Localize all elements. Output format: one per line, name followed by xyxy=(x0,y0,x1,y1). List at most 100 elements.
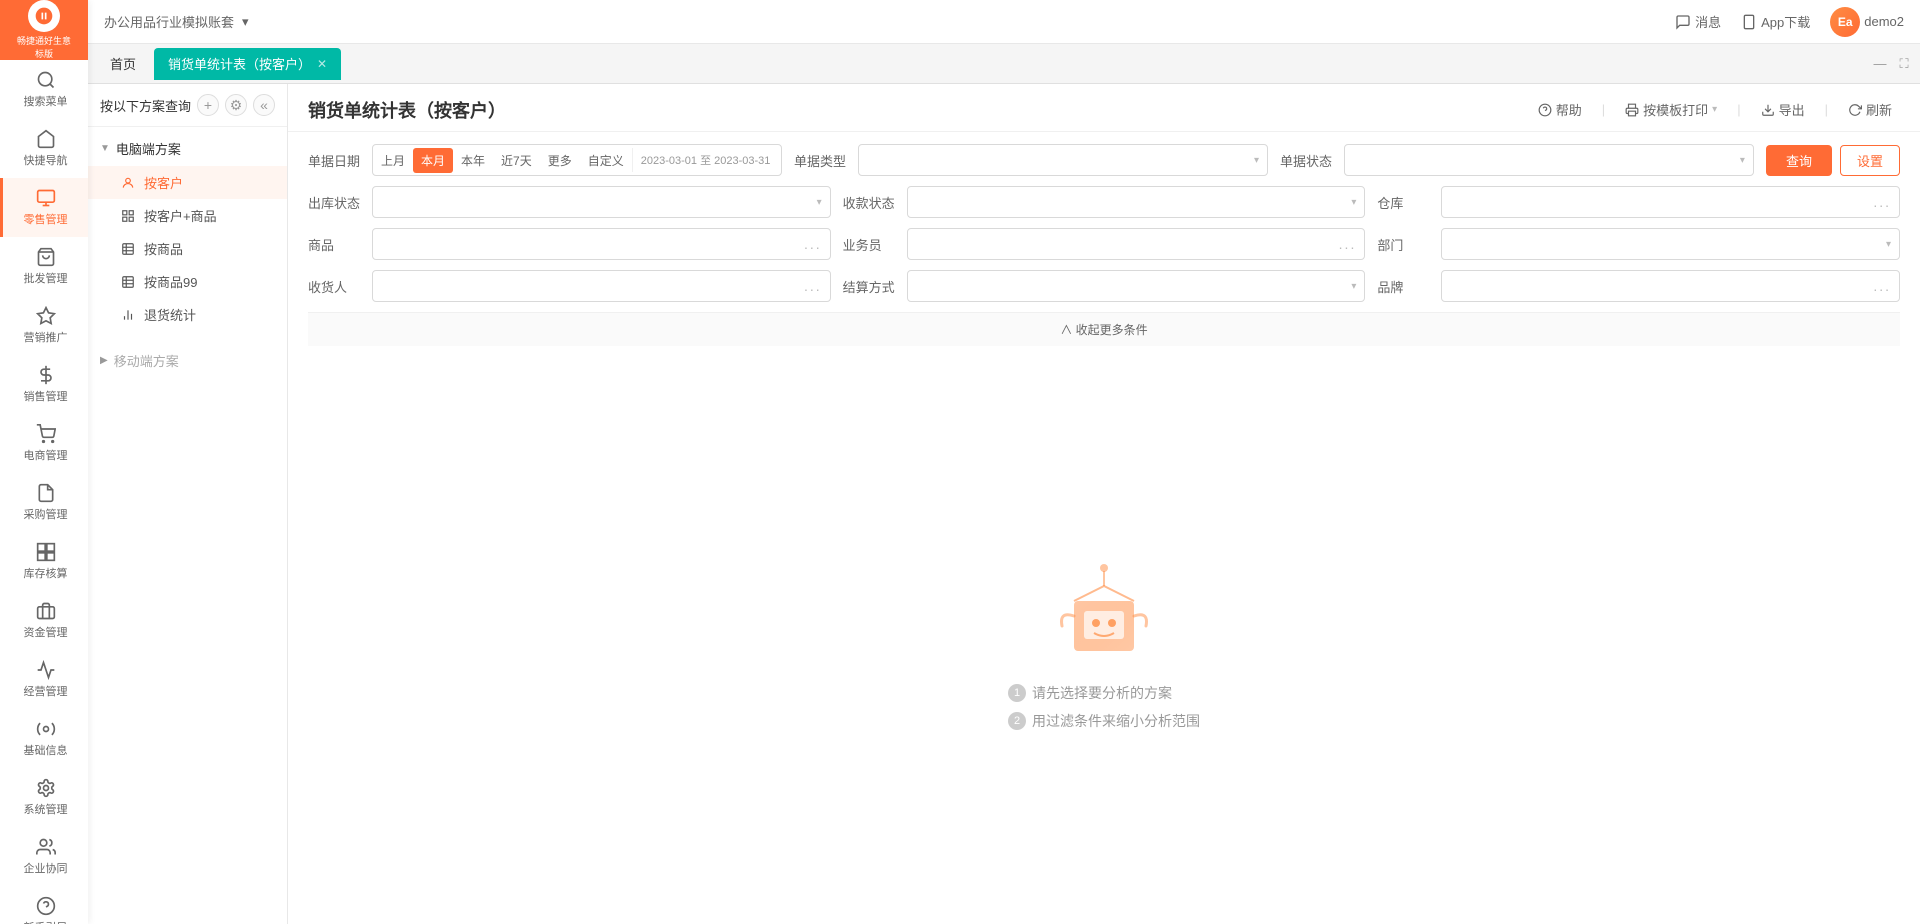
sidebar-item-operations[interactable]: 经营管理 xyxy=(0,650,88,709)
user-profile[interactable]: Ea demo2 xyxy=(1830,7,1904,37)
doc-status-select[interactable]: ▾ xyxy=(1344,144,1754,176)
sidebar-item-wholesale-label: 批发管理 xyxy=(24,270,68,286)
filter-settings-button[interactable]: 设置 xyxy=(1840,145,1900,176)
filter-brand-label: 品牌 xyxy=(1377,277,1433,296)
shipment-dropdown-icon: ▾ xyxy=(817,197,822,208)
message-label: 消息 xyxy=(1695,12,1721,31)
message-button[interactable]: 消息 xyxy=(1675,12,1721,31)
content-wrapper: 按以下方案查询 + ⚙ « ▼ 电脑端方案 按客户 xyxy=(88,84,1920,924)
collapse-bar[interactable]: ∧ 收起更多条件 xyxy=(308,312,1900,346)
tab-home-label: 首页 xyxy=(110,54,136,73)
scheme-item-by-goods[interactable]: 按商品 xyxy=(88,232,287,265)
app-download-button[interactable]: App下载 xyxy=(1741,12,1810,31)
sidebar-item-finance[interactable]: 资金管理 xyxy=(0,591,88,650)
download-icon xyxy=(1741,14,1757,30)
date-this-month[interactable]: 本月 xyxy=(413,148,453,173)
app-logo: 畅捷通好生意 标版 xyxy=(0,0,88,60)
shipment-select[interactable]: ▾ xyxy=(372,186,831,218)
window-maximize-button[interactable]: ⛶ xyxy=(1896,56,1912,72)
breadcrumb: 办公用品行业模拟账套 xyxy=(104,12,234,31)
date-last-7-days[interactable]: 近7天 xyxy=(493,148,540,173)
sidebar-item-enterprise[interactable]: 企业协同 xyxy=(0,827,88,886)
filter-settlement-item: 结算方式 ▾ xyxy=(843,270,1366,302)
tab-home[interactable]: 首页 xyxy=(96,48,150,80)
department-select[interactable]: ▾ xyxy=(1441,228,1900,260)
mobile-group-label: 移动端方案 xyxy=(114,351,179,370)
user-name: demo2 xyxy=(1864,14,1904,29)
avatar: Ea xyxy=(1830,7,1860,37)
scheme-item-by-customer[interactable]: 按客户 xyxy=(88,166,287,199)
salesperson-dots: ... xyxy=(1339,236,1357,252)
warehouse-select[interactable]: ... xyxy=(1441,186,1900,218)
scheme-item-by-customer-goods[interactable]: 按客户+商品 xyxy=(88,199,287,232)
sidebar-item-quicknav[interactable]: 快捷导航 xyxy=(0,119,88,178)
scheme-panel-title: 按以下方案查询 xyxy=(100,96,191,115)
sidebar-item-wholesale[interactable]: 批发管理 xyxy=(0,237,88,296)
breadcrumb-dropdown[interactable]: ▾ xyxy=(242,14,249,30)
template-print-button[interactable]: 按模板打印 ▾ xyxy=(1617,96,1725,123)
main-area: 办公用品行业模拟账套 ▾ 消息 App下载 Ea demo2 首页 销货单统计表… xyxy=(88,0,1920,924)
mobile-group-header[interactable]: ▶ 移动端方案 xyxy=(88,343,287,378)
scheme-item-by-goods-label: 按商品 xyxy=(144,239,183,258)
sidebar-item-sales[interactable]: 销售管理 xyxy=(0,355,88,414)
brand-dots: ... xyxy=(1873,278,1891,294)
date-custom[interactable]: 自定义 xyxy=(580,148,632,173)
empty-tips: 1 请先选择要分析的方案 2 用过滤条件来缩小分析范围 xyxy=(1008,683,1200,731)
scheme-item-by-goods-99[interactable]: 按商品99 xyxy=(88,265,287,298)
sidebar-item-system[interactable]: 系统管理 xyxy=(0,768,88,827)
template-print-dropdown-icon[interactable]: ▾ xyxy=(1712,104,1717,115)
sidebar-item-retail-label: 零售管理 xyxy=(24,211,68,227)
goods-select[interactable]: ... xyxy=(372,228,831,260)
query-button[interactable]: 查询 xyxy=(1766,145,1832,176)
help-button[interactable]: 帮助 xyxy=(1530,96,1590,123)
refresh-button[interactable]: 刷新 xyxy=(1840,96,1900,123)
sidebar-item-newbie-label: 新手引导 xyxy=(24,919,68,924)
filter-brand-item: 品牌 ... xyxy=(1377,270,1900,302)
sidebar-item-newbie[interactable]: 新手引导 xyxy=(0,886,88,924)
settlement-select[interactable]: ▾ xyxy=(907,270,1366,302)
tab-bar: 首页 销货单统计表（按客户） ✕ — ⛶ xyxy=(88,44,1920,84)
export-button[interactable]: 导出 xyxy=(1753,96,1813,123)
sidebar-item-search[interactable]: 搜索菜单 xyxy=(0,60,88,119)
sidebar-item-purchase[interactable]: 采购管理 xyxy=(0,473,88,532)
page-title: 销货单统计表（按客户） xyxy=(308,97,506,123)
sidebar: 畅捷通好生意 标版 搜索菜单 快捷导航 零售管理 批发管理 营销推广 销售管理 xyxy=(0,0,88,924)
tab-sales-report[interactable]: 销货单统计表（按客户） ✕ xyxy=(154,48,341,80)
filter-salesperson-label: 业务员 xyxy=(843,235,899,254)
payment-select[interactable]: ▾ xyxy=(907,186,1366,218)
scheme-settings-button[interactable]: ⚙ xyxy=(225,94,247,116)
scheme-collapse-button[interactable]: « xyxy=(253,94,275,116)
filter-goods-item: 商品 ... xyxy=(308,228,831,260)
date-more[interactable]: 更多 xyxy=(540,148,580,173)
sidebar-item-ecommerce[interactable]: 电商管理 xyxy=(0,414,88,473)
sidebar-item-basics[interactable]: 基础信息 xyxy=(0,709,88,768)
sidebar-item-marketing[interactable]: 营销推广 xyxy=(0,296,88,355)
brand-select[interactable]: ... xyxy=(1441,270,1900,302)
receiver-select[interactable]: ... xyxy=(372,270,831,302)
chart-icon xyxy=(120,307,136,323)
sidebar-item-inventory[interactable]: 库存核算 xyxy=(0,532,88,591)
filter-shipment-item: 出库状态 ▾ xyxy=(308,186,831,218)
help-label: 帮助 xyxy=(1556,100,1582,119)
desktop-group-label: 电脑端方案 xyxy=(116,139,181,158)
tab-close-icon[interactable]: ✕ xyxy=(317,57,327,71)
divider-3: | xyxy=(1825,102,1828,117)
date-this-year[interactable]: 本年 xyxy=(453,148,493,173)
filter-date-label: 单据日期 xyxy=(308,151,364,170)
sidebar-item-retail[interactable]: 零售管理 xyxy=(0,178,88,237)
filter-salesperson-item: 业务员 ... xyxy=(843,228,1366,260)
scheme-item-by-goods-99-label: 按商品99 xyxy=(144,272,197,291)
scheme-item-return-stats[interactable]: 退货统计 xyxy=(88,298,287,331)
window-minimize-button[interactable]: — xyxy=(1872,56,1888,72)
desktop-scheme-group: ▼ 电脑端方案 按客户 按客户+商品 xyxy=(88,127,287,335)
date-last-month[interactable]: 上月 xyxy=(373,148,413,173)
sidebar-item-finance-label: 资金管理 xyxy=(24,624,68,640)
scheme-item-return-stats-label: 退货统计 xyxy=(144,305,196,324)
refresh-icon xyxy=(1848,103,1862,117)
salesperson-select[interactable]: ... xyxy=(907,228,1366,260)
empty-tip-1: 1 请先选择要分析的方案 xyxy=(1008,683,1200,703)
doc-type-select[interactable]: ▾ xyxy=(858,144,1268,176)
scheme-add-button[interactable]: + xyxy=(197,94,219,116)
empty-illustration xyxy=(1044,551,1164,671)
desktop-group-header[interactable]: ▼ 电脑端方案 xyxy=(88,131,287,166)
